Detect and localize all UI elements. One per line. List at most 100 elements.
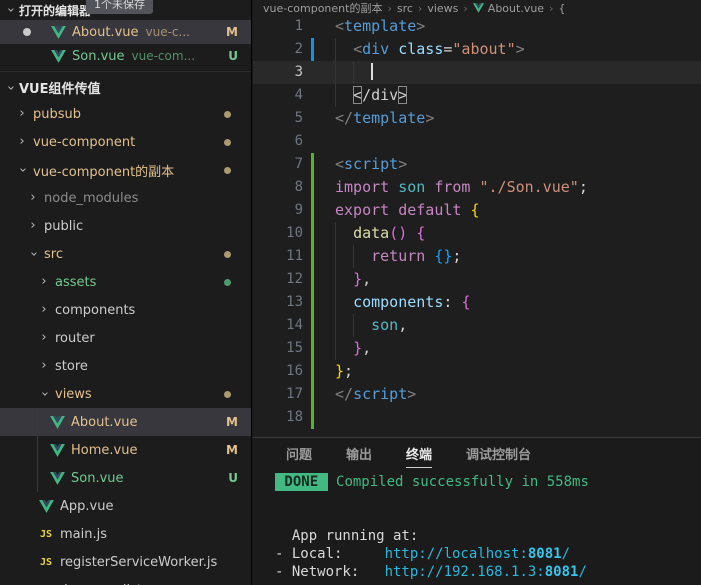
code-text: son, (335, 314, 407, 337)
breadcrumb-item[interactable]: views (427, 2, 458, 15)
code-line-17[interactable]: 17 </script> (253, 383, 701, 406)
code-token: { (470, 201, 480, 219)
file-label: main.js (60, 526, 107, 542)
terminal-link[interactable]: 8081 (528, 546, 562, 562)
terminal-line: App running at: (275, 527, 701, 545)
vue-file-icon (50, 25, 66, 39)
code-line-12[interactable]: 12 }, (253, 268, 701, 291)
code-line-18[interactable]: 18 (253, 406, 701, 429)
code-area[interactable]: 1 <template> 2 <div class="about"> 3 4 </di… (253, 15, 701, 429)
panel-tab-调试控制台[interactable]: 调试控制台 (466, 438, 531, 468)
terminal-link[interactable]: / (578, 564, 586, 580)
code-token: from (434, 178, 471, 196)
line-number: 15 (286, 340, 303, 356)
terminal-link[interactable]: / (562, 546, 570, 562)
tree-item[interactable]: App.vue (0, 492, 251, 520)
workspace-section-header[interactable]: › VUE组件传值 (0, 71, 251, 103)
code-line-10[interactable]: 10 data() { (253, 222, 701, 245)
code-line-1[interactable]: 1 <template> (253, 15, 701, 38)
open-editor-item[interactable]: About.vue vue-c... M (0, 20, 251, 44)
file-label: About.vue (71, 414, 138, 430)
line-number: 6 (294, 133, 303, 149)
panel-tab-问题[interactable]: 问题 (286, 438, 312, 468)
tree-item[interactable]: Home.vue M (0, 436, 251, 464)
tree-item[interactable]: › vue-component的副本 (0, 156, 251, 184)
code-line-2[interactable]: 2 <div class="about"> (253, 38, 701, 61)
tree-item[interactable]: › src (0, 240, 251, 268)
tree-item[interactable]: › store (0, 352, 251, 380)
code-token: default (398, 201, 462, 219)
code-line-5[interactable]: 5 </template> (253, 107, 701, 130)
code-line-15[interactable]: 15 }, (253, 337, 701, 360)
code-token: } (353, 339, 363, 357)
tree-item[interactable]: About.vue M (0, 408, 251, 436)
workspace-title: VUE组件传值 (19, 82, 101, 97)
code-token: < (335, 155, 345, 173)
code-token: return (371, 247, 426, 265)
tree-item[interactable]: Son.vue U (0, 464, 251, 492)
unsaved-dot-icon (23, 28, 31, 36)
git-status-badge: U (228, 471, 238, 485)
breadcrumb-label: About.vue (487, 1, 545, 15)
tree-item[interactable]: › views (0, 380, 251, 408)
breadcrumb-item[interactable]: { (558, 2, 565, 15)
panel-tab-终端[interactable]: 终端 (406, 438, 433, 468)
chevron-right-icon: › (41, 358, 47, 373)
gutter-modified-indicator (311, 38, 314, 61)
code-line-11[interactable]: 11 return {}; (253, 245, 701, 268)
tree-item[interactable]: JS main.js (0, 520, 251, 548)
code-line-3[interactable]: 3 (253, 61, 701, 84)
code-line-13[interactable]: 13 components: { (253, 291, 701, 314)
tree-item[interactable]: › pubsub (0, 100, 251, 128)
gutter-added-indicator (311, 222, 314, 245)
terminal-link[interactable]: http://localhost: (385, 546, 528, 562)
tree-item[interactable]: › vue-component (0, 128, 251, 156)
vscode-window: › 打开的编辑器 1个未保存 About.vue vue-c... M Son.vue… (0, 0, 701, 585)
breadcrumb-separator-icon: › (463, 1, 468, 15)
file-description: vue-c... (145, 25, 190, 39)
code-line-7[interactable]: 7 <script> (253, 153, 701, 176)
open-editor-item[interactable]: Son.vue vue-com... U (0, 44, 251, 68)
tree-item[interactable]: ≡.browserslistrc (0, 576, 251, 585)
code-token: , (398, 316, 408, 334)
terminal-output[interactable]: DONE Compiled successfully in 558ms App … (253, 468, 701, 581)
code-text: <div class="about"> (335, 38, 525, 61)
breadcrumb-item[interactable]: About.vue (472, 1, 545, 15)
tree-item[interactable]: JS registerServiceWorker.js (0, 548, 251, 576)
file-label: components (55, 302, 136, 318)
terminal-link[interactable]: 8081 (545, 564, 579, 580)
open-editors-title: 打开的编辑器 (19, 3, 92, 18)
tree-item[interactable]: › router (0, 324, 251, 352)
code-text: </template> (335, 107, 434, 130)
line-number: 3 (294, 64, 303, 80)
file-label: views (55, 386, 92, 402)
line-number: 10 (286, 225, 303, 241)
code-text (335, 61, 374, 84)
tree-item[interactable]: › public (0, 212, 251, 240)
git-change-dot (224, 111, 231, 118)
code-text: import son from "./Son.vue"; (335, 176, 588, 199)
breadcrumb-item[interactable]: vue-component的副本 (263, 0, 382, 16)
breadcrumb-item[interactable]: src (397, 2, 413, 15)
code-token: components (353, 293, 444, 311)
tree-item[interactable]: › assets (0, 268, 251, 296)
code-line-14[interactable]: 14 son, (253, 314, 701, 337)
open-editors-header[interactable]: › 打开的编辑器 1个未保存 (0, 0, 251, 20)
code-line-9[interactable]: 9 export default { (253, 199, 701, 222)
code-token: template (353, 109, 426, 127)
line-number: 17 (286, 386, 303, 402)
tree-item[interactable]: › components (0, 296, 251, 324)
terminal-line: DONE Compiled successfully in 558ms (275, 473, 701, 491)
code-line-8[interactable]: 8 import son from "./Son.vue"; (253, 176, 701, 199)
code-line-4[interactable]: 4 </div> (253, 84, 701, 107)
tree-item[interactable]: › node_modules (0, 184, 251, 212)
vue-file-icon (49, 471, 65, 485)
js-file-icon: JS (39, 528, 53, 540)
terminal-link[interactable]: http://192.168.1.3: (385, 564, 545, 580)
code-line-6[interactable]: 6 (253, 130, 701, 153)
code-line-16[interactable]: 16}; (253, 360, 701, 383)
panel-tab-输出[interactable]: 输出 (346, 438, 372, 468)
